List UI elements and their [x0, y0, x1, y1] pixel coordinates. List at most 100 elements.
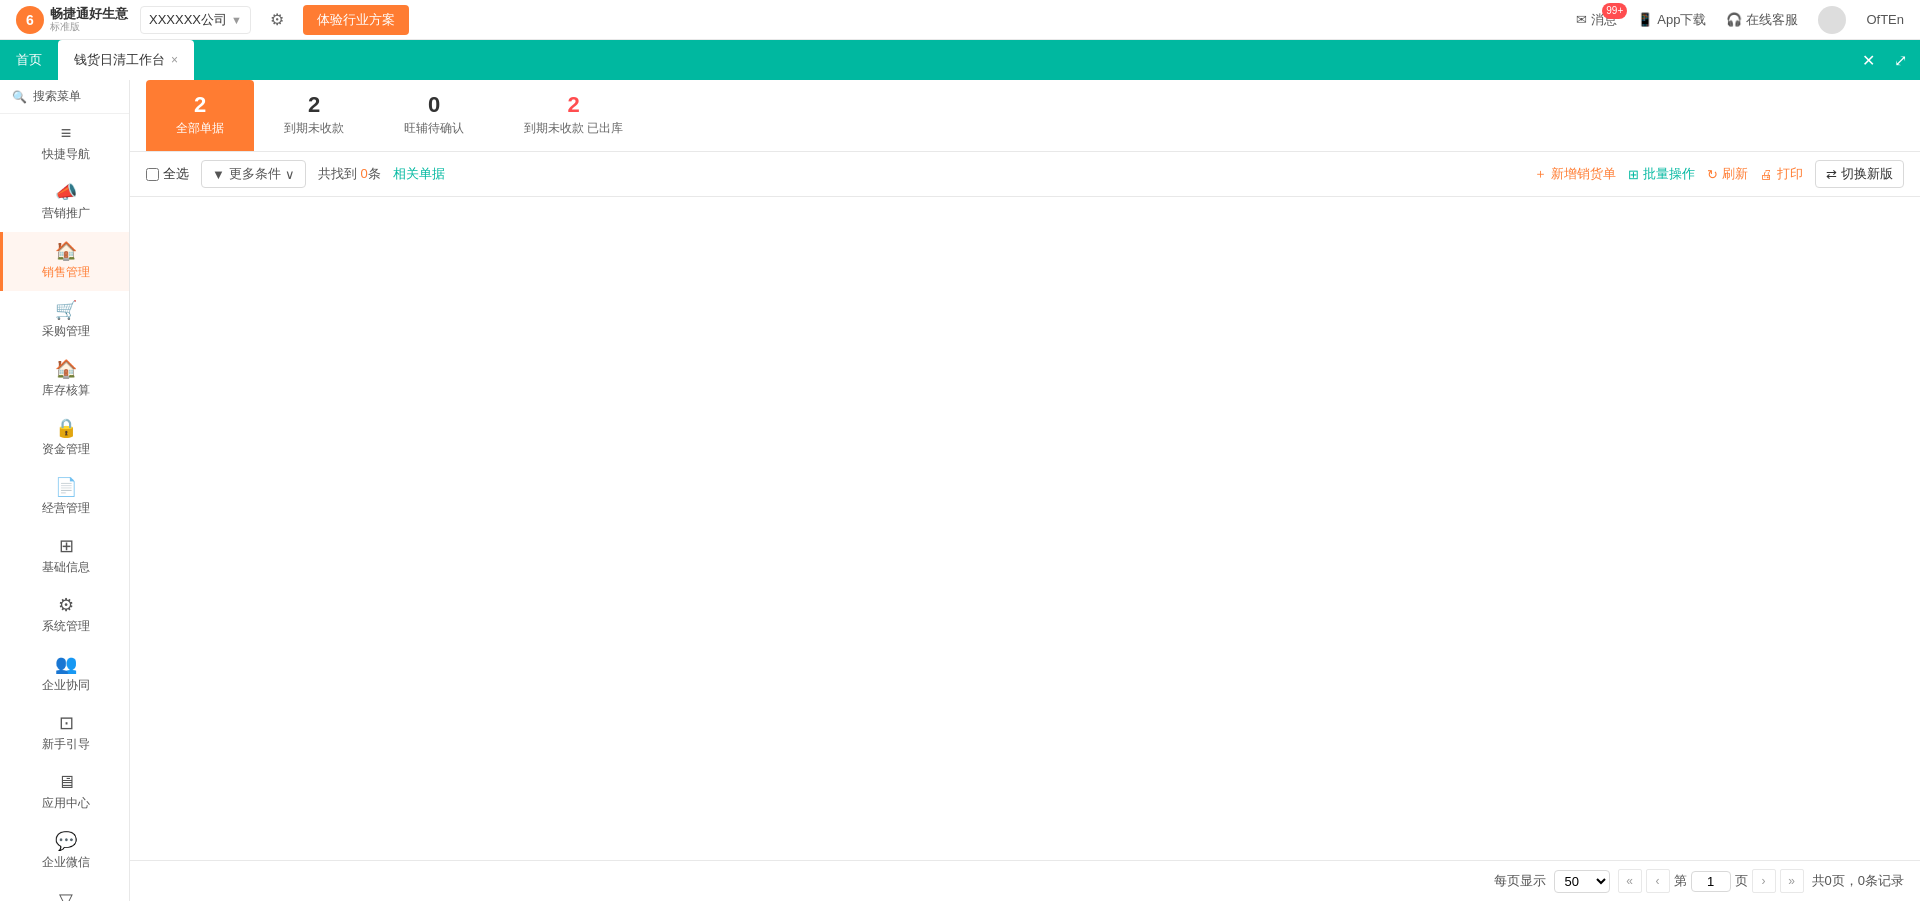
- related-link[interactable]: 相关单据: [393, 165, 445, 183]
- batch-icon: ⊞: [1628, 167, 1639, 182]
- online-service-button[interactable]: 🎧 在线客服: [1726, 11, 1798, 29]
- sidebar-item-finance[interactable]: 🔒 资金管理: [0, 409, 129, 468]
- app-download-icon: 📱: [1637, 12, 1653, 27]
- sidebar-item-app-center[interactable]: 🖥 应用中心: [0, 763, 129, 822]
- tab-bar-actions: ✕ ⤢: [1848, 40, 1920, 80]
- print-label: 打印: [1777, 165, 1803, 183]
- summary-tabs: 2 全部单据 2 到期未收款 0 旺辅待确认 2 到期未收款 已出库: [130, 80, 1920, 152]
- app-download-label: App下载: [1657, 11, 1706, 29]
- batch-label: 批量操作: [1643, 165, 1695, 183]
- sidebar-item-operations[interactable]: 📄 经营管理: [0, 468, 129, 527]
- refresh-icon: ↻: [1707, 167, 1718, 182]
- prev-page-button[interactable]: ‹: [1646, 869, 1670, 893]
- filter-button[interactable]: ▼ 更多条件 ∨: [201, 160, 306, 188]
- filter-label: 更多条件: [229, 165, 281, 183]
- finance-icon: 🔒: [55, 419, 77, 437]
- sidebar-item-label: 销售管理: [42, 264, 90, 281]
- member-icon: ▽: [59, 891, 73, 901]
- top-bar-left: 6 畅捷通好生意 标准版 XXXXXX公司 ▼ ⚙ 体验行业方案: [16, 5, 409, 35]
- tab-all-label: 全部单据: [176, 120, 224, 137]
- tab-close-action[interactable]: ✕: [1856, 48, 1880, 72]
- tab-home[interactable]: 首页: [0, 40, 58, 80]
- message-icon: ✉: [1576, 12, 1587, 27]
- quick-nav-icon: ≡: [61, 124, 72, 142]
- close-icon[interactable]: ×: [171, 53, 178, 67]
- sidebar-item-purchase[interactable]: 🛒 采购管理: [0, 291, 129, 350]
- sidebar-item-member[interactable]: ▽ 畅会员: [0, 881, 129, 901]
- settings-icon[interactable]: ⚙: [263, 6, 291, 34]
- tab-expand-action[interactable]: ⤢: [1888, 48, 1912, 72]
- switch-button[interactable]: ⇄ 切换新版: [1815, 160, 1904, 188]
- sidebar-item-system[interactable]: ⚙ 系统管理: [0, 586, 129, 645]
- summary-tab-shipped[interactable]: 2 到期未收款 已出库: [494, 80, 653, 151]
- search-menu-button[interactable]: 🔍 搜索菜单: [0, 80, 129, 114]
- sidebar-item-quick-nav[interactable]: ≡ 快捷导航: [0, 114, 129, 173]
- page-label: 第: [1674, 872, 1687, 890]
- sidebar-item-label: 采购管理: [42, 323, 90, 340]
- sidebar-item-marketing[interactable]: 📣 营销推广: [0, 173, 129, 232]
- main-layout: 🔍 搜索菜单 ≡ 快捷导航 📣 营销推广 🏠 销售管理 🛒 采购管理 🏠 库存核…: [0, 80, 1920, 901]
- sidebar-item-enterprise[interactable]: 👥 企业协同: [0, 645, 129, 704]
- add-sale-button[interactable]: ＋ 新增销货单: [1534, 165, 1616, 183]
- sidebar-item-label: 库存核算: [42, 382, 90, 399]
- per-page-label: 每页显示: [1494, 872, 1546, 890]
- next-page-button[interactable]: ›: [1752, 869, 1776, 893]
- tab-pending-label: 旺辅待确认: [404, 120, 464, 137]
- logo-icon: 6: [16, 6, 44, 34]
- refresh-button[interactable]: ↻ 刷新: [1707, 165, 1748, 183]
- logo-text: 畅捷通好生意 标准版: [50, 6, 128, 34]
- tab-cash-daily[interactable]: 钱货日清工作台 ×: [58, 40, 194, 80]
- headset-icon: 🎧: [1726, 12, 1742, 27]
- batch-button[interactable]: ⊞ 批量操作: [1628, 165, 1695, 183]
- sidebar-item-inventory[interactable]: 🏠 库存核算: [0, 350, 129, 409]
- message-button[interactable]: ✉ 消息 99+: [1576, 11, 1617, 29]
- operations-icon: 📄: [55, 478, 77, 496]
- app-download-button[interactable]: 📱 App下载: [1637, 11, 1706, 29]
- sidebar-item-label: 新手引导: [42, 736, 90, 753]
- per-page-select[interactable]: 10 20 50 100: [1554, 870, 1610, 893]
- basic-info-icon: ⊞: [59, 537, 74, 555]
- enterprise-icon: 👥: [55, 655, 77, 673]
- toolbar-right: ＋ 新增销货单 ⊞ 批量操作 ↻ 刷新 🖨 打印 ⇄ 切换新版: [1534, 160, 1904, 188]
- summary-tab-overdue[interactable]: 2 到期未收款: [254, 80, 374, 151]
- sidebar-item-label: 经营管理: [42, 500, 90, 517]
- sidebar-item-wechat[interactable]: 💬 企业微信: [0, 822, 129, 881]
- page-nav: « ‹ 第 页 › »: [1618, 869, 1804, 893]
- switch-label: 切换新版: [1841, 165, 1893, 183]
- wechat-icon: 💬: [55, 832, 77, 850]
- chevron-icon: ∨: [285, 167, 295, 182]
- company-selector[interactable]: XXXXXX公司 ▼: [140, 6, 251, 34]
- purchase-icon: 🛒: [55, 301, 77, 319]
- sidebar-item-guide[interactable]: ⊡ 新手引导: [0, 704, 129, 763]
- tab-all-count: 2: [194, 92, 206, 118]
- last-page-button[interactable]: »: [1780, 869, 1804, 893]
- toolbar: 全选 ▼ 更多条件 ∨ 共找到 0条 相关单据 ＋ 新增销货单 ⊞: [130, 152, 1920, 197]
- sidebar-item-label: 营销推广: [42, 205, 90, 222]
- first-page-button[interactable]: «: [1618, 869, 1642, 893]
- sidebar-item-sales[interactable]: 🏠 销售管理: [0, 232, 129, 291]
- top-bar-right: ✉ 消息 99+ 📱 App下载 🎧 在线客服 OfTEn: [1576, 6, 1904, 34]
- print-button[interactable]: 🖨 打印: [1760, 165, 1803, 183]
- summary-tab-pending[interactable]: 0 旺辅待确认: [374, 80, 494, 151]
- sidebar-item-basic-info[interactable]: ⊞ 基础信息: [0, 527, 129, 586]
- sidebar-item-label: 快捷导航: [42, 146, 90, 163]
- select-all-input[interactable]: [146, 168, 159, 181]
- sidebar-item-label: 应用中心: [42, 795, 90, 812]
- avatar[interactable]: [1818, 6, 1846, 34]
- filter-icon: ▼: [212, 167, 225, 182]
- select-all-checkbox[interactable]: 全选: [146, 165, 189, 183]
- tab-overdue-count: 2: [308, 92, 320, 118]
- pagination-bar: 每页显示 10 20 50 100 « ‹ 第 页 › » 共0页，0条记录: [130, 860, 1920, 901]
- logo-subtitle: 标准版: [50, 21, 128, 33]
- logo-area: 6 畅捷通好生意 标准版: [16, 6, 128, 34]
- print-icon: 🖨: [1760, 167, 1773, 182]
- sidebar-item-label: 企业微信: [42, 854, 90, 871]
- trial-button[interactable]: 体验行业方案: [303, 5, 409, 35]
- tab-cash-daily-label: 钱货日清工作台: [74, 51, 165, 69]
- select-all-label: 全选: [163, 165, 189, 183]
- content-area: 2 全部单据 2 到期未收款 0 旺辅待确认 2 到期未收款 已出库 全选: [130, 80, 1920, 901]
- summary-tab-all[interactable]: 2 全部单据: [146, 80, 254, 151]
- toolbar-left: 全选 ▼ 更多条件 ∨ 共找到 0条 相关单据: [146, 160, 1522, 188]
- page-input[interactable]: [1691, 871, 1731, 892]
- message-badge: 99+: [1602, 3, 1627, 19]
